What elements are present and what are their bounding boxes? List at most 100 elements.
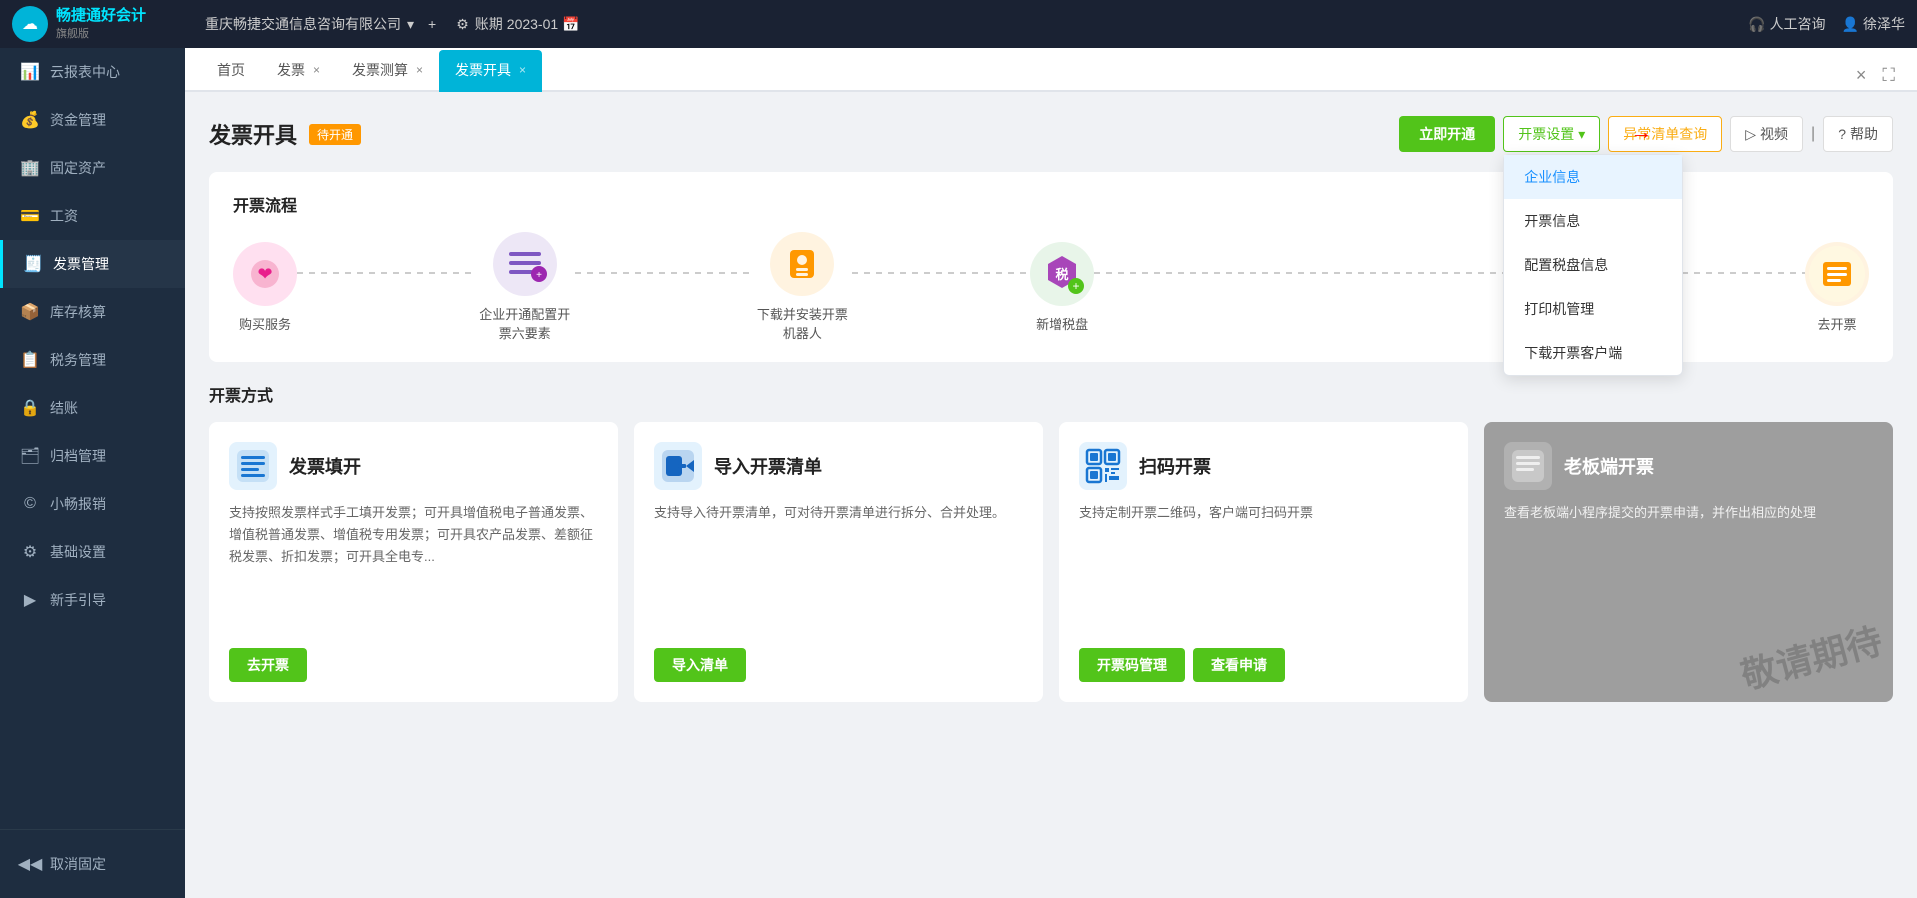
card-fill-title: 发票填开 (289, 453, 361, 479)
view-apply-button[interactable]: 查看申请 (1193, 648, 1285, 682)
sidebar-item-assets[interactable]: 🏢 固定资产 (0, 144, 185, 192)
flow-step-2[interactable]: + 企业开通配置开票六要素 (475, 232, 575, 342)
svg-text:+: + (1073, 279, 1080, 293)
dropdown-item-download[interactable]: 下载开票客户端 (1504, 331, 1682, 375)
svg-text:+: + (536, 270, 542, 281)
tab-invoice-close[interactable]: × (313, 63, 320, 77)
card-fill-actions: 去开票 (229, 648, 307, 682)
activate-button[interactable]: 立即开通 (1399, 116, 1495, 152)
step1-label: 购买服务 (239, 314, 291, 333)
sidebar-item-label: 新手引导 (50, 590, 106, 610)
sidebar-item-guide[interactable]: ▶ 新手引导 (0, 576, 185, 624)
step5-label: 去开票 (1818, 314, 1857, 333)
avatar-icon: 👤 (1842, 16, 1859, 33)
assets-icon: 🏢 (20, 158, 40, 178)
company-name: 重庆畅捷交通信息咨询有限公司 (205, 14, 401, 34)
help-button[interactable]: ? 帮助 (1823, 116, 1893, 152)
tab-invoice-issue-label: 发票开具 (455, 60, 511, 80)
sidebar-item-archive[interactable]: 🗂 归档管理 (0, 432, 185, 480)
import-list-button[interactable]: 导入清单 (654, 648, 746, 682)
guide-icon: ▶ (20, 590, 40, 610)
method-card-import: 导入开票清单 支持导入待开票清单，可对待开票清单进行拆分、合并处理。 导入清单 (634, 422, 1043, 702)
tab-invoice-issue-close[interactable]: × (519, 63, 526, 77)
step5-icon (1805, 242, 1869, 306)
dropdown-item-tax-config[interactable]: 配置税盘信息 (1504, 243, 1682, 287)
sidebar-item-reports[interactable]: 📊 云报表中心 (0, 48, 185, 96)
sidebar-bottom: ◀◀ 取消固定 (0, 829, 185, 898)
sidebar-item-salary[interactable]: 💳 工资 (0, 192, 185, 240)
sidebar-item-label: 云报表中心 (50, 62, 120, 82)
flow-step-4[interactable]: 税 + 新增税盘 (1030, 242, 1094, 333)
card-scan-title: 扫码开票 (1139, 453, 1211, 479)
period-value[interactable]: 2023-01 (507, 16, 558, 32)
sidebar-item-label: 小畅报销 (50, 494, 106, 514)
card-import-title: 导入开票清单 (714, 453, 822, 479)
invoice-icon: 🧾 (23, 254, 43, 274)
inventory-icon: 📦 (20, 302, 40, 322)
flow-step-3[interactable]: 下载并安装开票机器人 (752, 232, 852, 342)
reports-icon: 📊 (20, 62, 40, 82)
card-scan-header: 扫码开票 (1079, 442, 1448, 490)
sidebar-scroll: 📊 云报表中心 💰 资金管理 🏢 固定资产 💳 工资 🧾 发票管理 📦 (0, 48, 185, 829)
sidebar-item-inventory[interactable]: 📦 库存核算 (0, 288, 185, 336)
step4-label: 新增税盘 (1036, 314, 1088, 333)
tab-invoice-label: 发票 (277, 60, 305, 80)
settings-button[interactable]: 开票设置 ▾ (1503, 116, 1600, 152)
content-area: 首页 发票 × 发票测算 × 发票开具 × × ⛶ (185, 48, 1917, 898)
card-fill-header: 发票填开 (229, 442, 598, 490)
go-invoice-button[interactable]: 去开票 (229, 648, 307, 682)
page-header: 发票开具 待开通 立即开通 开票设置 ▾ → 企业信息 (209, 116, 1893, 152)
methods-grid: 发票填开 支持按照发票样式手工填开发票；可开具增值税电子普通发票、增值税普通发票… (209, 422, 1893, 702)
flow-step-5[interactable]: 去开票 (1805, 242, 1869, 333)
sidebar-item-unpin[interactable]: ◀◀ 取消固定 (0, 840, 185, 888)
tab-bar: 首页 发票 × 发票测算 × 发票开具 × × ⛶ (185, 48, 1917, 92)
abnormal-button[interactable]: 异常清单查询 (1608, 116, 1722, 152)
tab-home[interactable]: 首页 (201, 50, 261, 92)
connector-2 (575, 272, 753, 274)
dropdown-item-company[interactable]: 企业信息 (1504, 155, 1682, 199)
card-fill-icon (229, 442, 277, 490)
card-boss-desc: 查看老板端小程序提交的开票申请，并作出相应的处理 (1504, 502, 1873, 524)
user-avatar[interactable]: 👤 徐泽华 (1842, 14, 1905, 34)
tab-invoice-calc-close[interactable]: × (416, 63, 423, 77)
card-boss-title: 老板端开票 (1564, 453, 1654, 479)
flow-step-1[interactable]: ❤ 购买服务 (233, 242, 297, 333)
main-layout: 📊 云报表中心 💰 资金管理 🏢 固定资产 💳 工资 🧾 发票管理 📦 (0, 48, 1917, 898)
step3-icon (770, 232, 834, 296)
settings-dropdown-menu: → 企业信息 开票信息 配置税盘信息 打印机管理 下载开票客户端 (1503, 154, 1683, 376)
sidebar-item-invoice[interactable]: 🧾 发票管理 (0, 240, 185, 288)
company-selector[interactable]: 重庆畅捷交通信息咨询有限公司 ▾ (197, 10, 422, 38)
salary-icon: 💳 (20, 206, 40, 226)
dropdown-item-invoice-info[interactable]: 开票信息 (1504, 199, 1682, 243)
page-actions: 立即开通 开票设置 ▾ → 企业信息 开票信息 配置税盘信息 (1399, 116, 1893, 152)
tab-invoice-issue[interactable]: 发票开具 × (439, 50, 542, 92)
add-button[interactable]: + (422, 12, 442, 36)
sidebar-item-settle[interactable]: 🔒 结账 (0, 384, 185, 432)
dropdown-item-printer[interactable]: 打印机管理 (1504, 287, 1682, 331)
top-right: 🎧 人工咨询 👤 徐泽华 (1748, 14, 1905, 34)
tab-close-all[interactable]: × (1850, 61, 1873, 90)
sidebar-item-tax[interactable]: 📋 税务管理 (0, 336, 185, 384)
tab-invoice[interactable]: 发票 × (261, 50, 336, 92)
card-import-icon (654, 442, 702, 490)
sidebar-item-funds[interactable]: 💰 资金管理 (0, 96, 185, 144)
qr-manage-button[interactable]: 开票码管理 (1079, 648, 1185, 682)
settings-button[interactable]: ⚙ (450, 12, 475, 37)
user-service-button[interactable]: 🎧 人工咨询 (1748, 14, 1825, 34)
help-icon: ? (1838, 126, 1846, 142)
sidebar-item-label: 固定资产 (50, 158, 106, 178)
unpin-icon: ◀◀ (20, 854, 40, 874)
tab-maximize[interactable]: ⛶ (1876, 61, 1901, 90)
method-card-scan: 扫码开票 支持定制开票二维码，客户端可扫码开票 开票码管理 查看申请 (1059, 422, 1468, 702)
tab-invoice-calc-label: 发票测算 (352, 60, 408, 80)
connector-3 (852, 272, 1030, 274)
period-label: 账期 (475, 14, 503, 34)
page-title-area: 发票开具 待开通 (209, 118, 361, 150)
period-info: 账期 2023-01 📅 (475, 14, 580, 34)
sidebar-item-expense[interactable]: © 小畅报销 (0, 480, 185, 528)
calendar-icon[interactable]: 📅 (562, 16, 579, 33)
sidebar-item-settings[interactable]: ⚙ 基础设置 (0, 528, 185, 576)
video-button[interactable]: ▷ 视频 (1730, 116, 1803, 152)
tab-invoice-calc[interactable]: 发票测算 × (336, 50, 439, 92)
boss-watermark: 敬请期待 (1735, 612, 1888, 700)
